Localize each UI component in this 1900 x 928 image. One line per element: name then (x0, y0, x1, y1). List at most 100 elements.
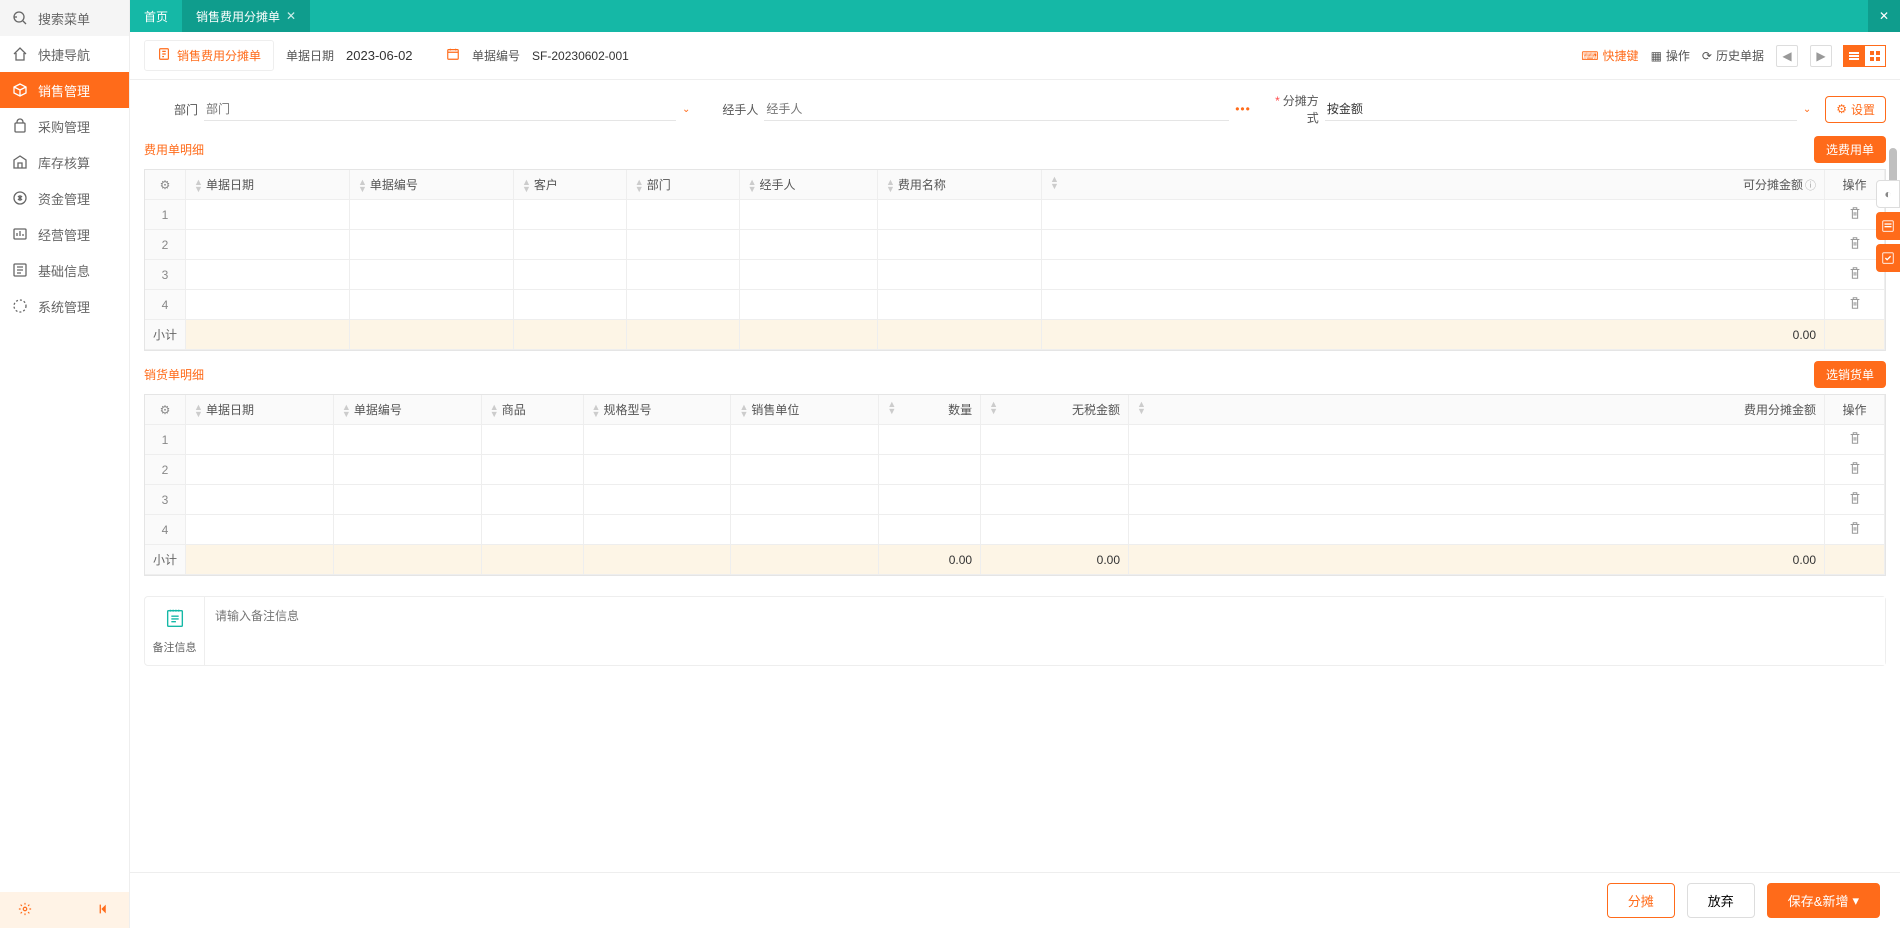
delete-row[interactable] (1825, 425, 1885, 455)
col-untaxed[interactable]: ▲▼无税金额 (981, 395, 1129, 425)
table-cell[interactable] (186, 515, 334, 545)
table-cell[interactable] (350, 200, 514, 230)
table-cell[interactable] (731, 455, 879, 485)
col-number[interactable]: ▲▼单据编号 (334, 395, 482, 425)
gear-col-header[interactable]: ⚙ (145, 170, 186, 200)
table-cell[interactable] (186, 260, 350, 290)
col-customer[interactable]: ▲▼客户 (514, 170, 627, 200)
table-cell[interactable] (514, 200, 627, 230)
sidebar-item-system[interactable]: 系统管理 (0, 288, 129, 324)
table-cell[interactable] (186, 485, 334, 515)
table-cell[interactable] (334, 425, 482, 455)
table-cell[interactable] (1042, 230, 1825, 260)
next-doc-button[interactable]: ▶ (1810, 45, 1832, 67)
view-list-button[interactable] (1843, 45, 1865, 67)
table-cell[interactable] (878, 230, 1042, 260)
table-cell[interactable] (584, 515, 732, 545)
delete-row[interactable] (1825, 455, 1885, 485)
tab-sales-expense-allocation[interactable]: 销售费用分摊单 ✕ (182, 0, 310, 32)
ellipsis-icon[interactable]: ••• (1229, 102, 1257, 116)
table-cell[interactable] (879, 485, 981, 515)
table-cell[interactable] (1129, 425, 1825, 455)
select-sales-button[interactable]: 选销货单 (1814, 361, 1886, 388)
rail-btn-3[interactable] (1876, 244, 1900, 272)
table-cell[interactable] (482, 485, 584, 515)
col-handler[interactable]: ▲▼经手人 (740, 170, 878, 200)
table-cell[interactable] (981, 515, 1129, 545)
help-icon[interactable]: ⓘ (1805, 180, 1816, 192)
table-row[interactable]: 3 (145, 260, 1885, 290)
calendar-icon[interactable] (446, 47, 460, 64)
table-cell[interactable] (186, 200, 350, 230)
table-cell[interactable] (981, 485, 1129, 515)
allocate-button[interactable]: 分摊 (1607, 883, 1675, 918)
table-cell[interactable] (334, 455, 482, 485)
sidebar-item-finance[interactable]: 资金管理 (0, 180, 129, 216)
col-unit[interactable]: ▲▼销售单位 (731, 395, 879, 425)
table-row[interactable]: 4 (145, 290, 1885, 320)
col-expense-name[interactable]: ▲▼费用名称 (878, 170, 1042, 200)
sidebar-item-home[interactable]: 快捷导航 (0, 36, 129, 72)
table-cell[interactable] (740, 230, 878, 260)
save-and-new-button[interactable]: 保存&新增 ▾ (1767, 883, 1880, 918)
delete-row[interactable] (1825, 515, 1885, 545)
table-cell[interactable] (186, 290, 350, 320)
document-date-input[interactable] (346, 48, 434, 63)
table-cell[interactable] (731, 515, 879, 545)
chevron-down-icon[interactable]: ⌄ (676, 104, 696, 115)
table-cell[interactable] (350, 260, 514, 290)
gear-col-header[interactable]: ⚙ (145, 395, 186, 425)
col-number[interactable]: ▲▼单据编号 (350, 170, 514, 200)
table-cell[interactable] (740, 200, 878, 230)
table-cell[interactable] (1042, 200, 1825, 230)
table-cell[interactable] (878, 290, 1042, 320)
discard-button[interactable]: 放弃 (1687, 883, 1755, 918)
table-cell[interactable] (878, 260, 1042, 290)
chevron-down-icon[interactable]: ⌄ (1797, 104, 1817, 115)
table-cell[interactable] (482, 515, 584, 545)
delete-row[interactable] (1825, 290, 1885, 320)
col-alloc-amount[interactable]: ▲▼费用分摊金额 (1129, 395, 1825, 425)
table-cell[interactable] (482, 425, 584, 455)
table-cell[interactable] (740, 290, 878, 320)
col-spec[interactable]: ▲▼规格型号 (584, 395, 732, 425)
select-expense-button[interactable]: 选费用单 (1814, 136, 1886, 163)
table-cell[interactable] (1042, 290, 1825, 320)
collapse-icon[interactable] (97, 902, 111, 919)
table-cell[interactable] (740, 260, 878, 290)
history-link[interactable]: ⟳历史单据 (1702, 47, 1764, 64)
tab-home[interactable]: 首页 (130, 0, 182, 32)
table-cell[interactable] (334, 515, 482, 545)
dept-input[interactable] (204, 98, 676, 121)
remarks-input[interactable] (205, 597, 1885, 665)
table-row[interactable]: 3 (145, 485, 1885, 515)
delete-row[interactable] (1825, 485, 1885, 515)
col-allocatable[interactable]: ▲▼可分摊金额ⓘ (1042, 170, 1825, 200)
table-cell[interactable] (981, 455, 1129, 485)
table-cell[interactable] (514, 290, 627, 320)
table-cell[interactable] (186, 425, 334, 455)
remarks-tab[interactable]: 备注信息 (145, 597, 205, 665)
table-cell[interactable] (879, 455, 981, 485)
table-cell[interactable] (1129, 455, 1825, 485)
table-row[interactable]: 1 (145, 425, 1885, 455)
rail-btn-2[interactable] (1876, 212, 1900, 240)
settings-button[interactable]: ⚙ 设置 (1825, 96, 1886, 123)
table-cell[interactable] (627, 230, 740, 260)
table-cell[interactable] (627, 260, 740, 290)
table-row[interactable]: 1 (145, 200, 1885, 230)
table-cell[interactable] (627, 290, 740, 320)
table-cell[interactable] (584, 425, 732, 455)
sidebar-item-purchase[interactable]: 采购管理 (0, 108, 129, 144)
table-row[interactable]: 2 (145, 230, 1885, 260)
col-date[interactable]: ▲▼单据日期 (186, 395, 334, 425)
view-grid-button[interactable] (1864, 45, 1886, 67)
col-qty[interactable]: ▲▼数量 (879, 395, 981, 425)
operate-link[interactable]: ▦操作 (1651, 47, 1690, 64)
sidebar-item-sales[interactable]: 销售管理 (0, 72, 129, 108)
table-cell[interactable] (482, 455, 584, 485)
sidebar-item-search[interactable]: 搜索菜单 (0, 0, 129, 36)
sidebar-item-report[interactable]: 经营管理 (0, 216, 129, 252)
close-icon[interactable]: ✕ (286, 9, 296, 23)
table-cell[interactable] (350, 290, 514, 320)
